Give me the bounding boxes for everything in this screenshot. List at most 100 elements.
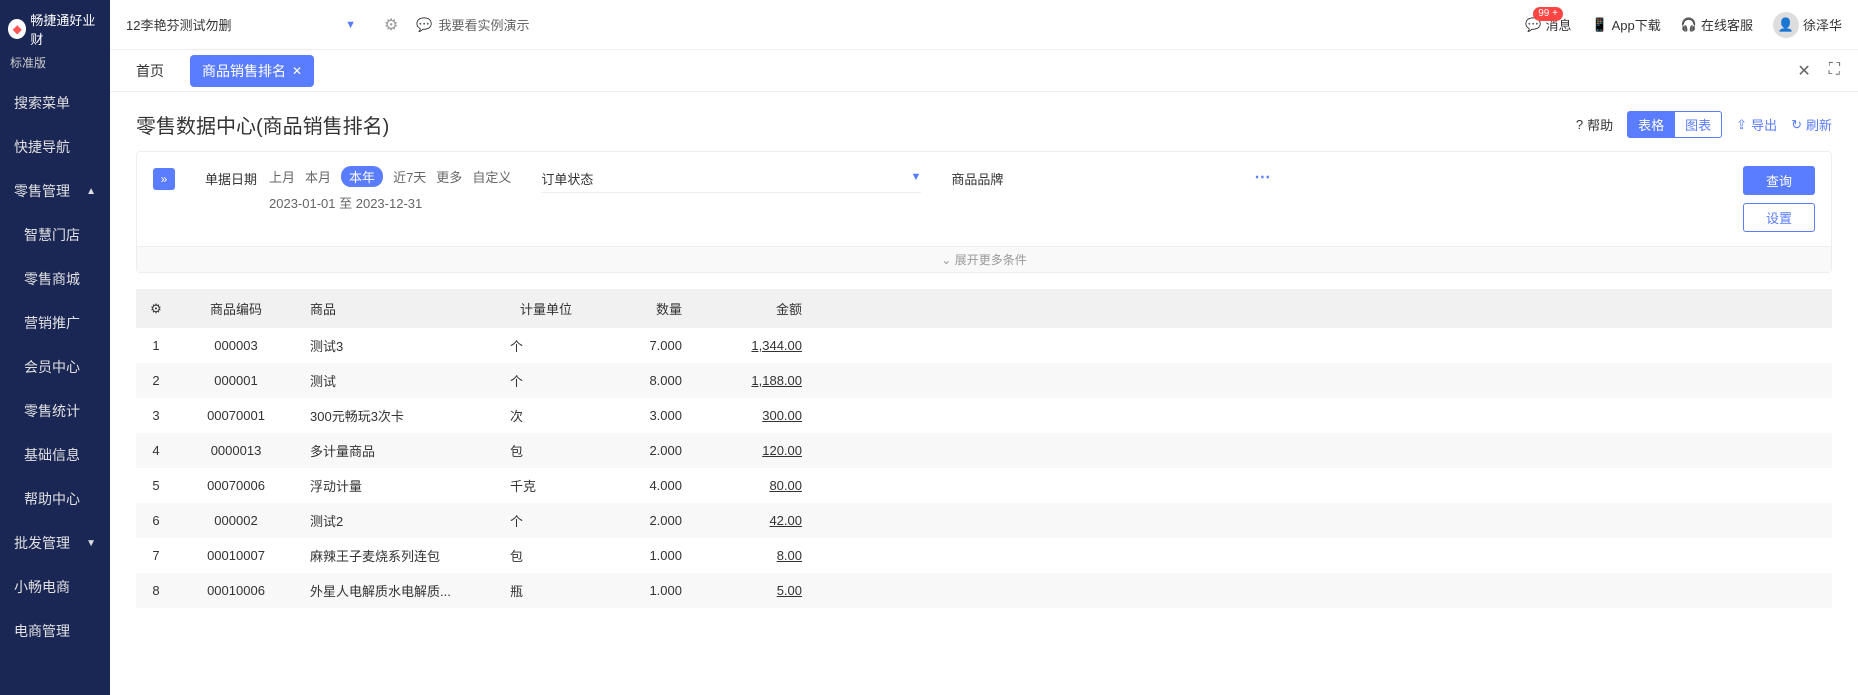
chevron-down-icon: ⌄ — [941, 253, 954, 267]
date-label: 单据日期 — [205, 169, 257, 188]
query-button[interactable]: 查询 — [1743, 166, 1815, 195]
cell-amount[interactable]: 42.00 — [696, 503, 816, 538]
export-button[interactable]: ⇪ 导出 — [1736, 115, 1777, 134]
cell-unit: 次 — [496, 398, 596, 433]
export-label: 导出 — [1751, 115, 1777, 134]
close-all-icon[interactable]: ✕ — [1793, 57, 1814, 85]
sidebar-search[interactable]: 搜索菜单 — [0, 81, 110, 125]
table-row[interactable]: 1000003测试3个7.0001,344.00 — [136, 328, 1832, 363]
cell-idx: 4 — [136, 433, 176, 468]
cell-code: 00070006 — [176, 468, 296, 503]
table-row[interactable]: 300070001300元畅玩3次卡次3.000300.00 — [136, 398, 1832, 433]
help-button[interactable]: ? 帮助 — [1576, 115, 1613, 134]
cell-unit: 包 — [496, 433, 596, 468]
sidebar-retail-item-1[interactable]: 零售商城 — [0, 257, 110, 301]
sidebar-xiaochang[interactable]: 小畅电商 — [0, 565, 110, 609]
cell-qty: 8.000 — [596, 363, 696, 398]
cell-amount[interactable]: 1,188.00 — [696, 363, 816, 398]
sidebar-quicknav[interactable]: 快捷导航 — [0, 125, 110, 169]
view-table-button[interactable]: 表格 — [1627, 111, 1675, 138]
sidebar-ecommerce[interactable]: 电商管理 — [0, 609, 110, 653]
help-label: 帮助 — [1587, 115, 1613, 134]
cell-amount[interactable]: 80.00 — [696, 468, 816, 503]
sidebar-retail-item-4[interactable]: 零售统计 — [0, 389, 110, 433]
topbar: 12李艳芬测试勿删 ▼ ⚙ 💬 我要看实例演示 💬 99 + 消息 📱 App下… — [110, 0, 1858, 50]
filter-brand[interactable]: 商品品牌 ⋯ — [951, 166, 1271, 192]
tab-home[interactable]: 首页 — [124, 55, 176, 87]
cell-rest — [816, 363, 1832, 398]
cell-amount[interactable]: 1,344.00 — [696, 328, 816, 363]
col-name[interactable]: 商品 — [296, 289, 496, 328]
cell-idx: 6 — [136, 503, 176, 538]
sidebar-retail-item-6[interactable]: 帮助中心 — [0, 477, 110, 521]
cell-idx: 3 — [136, 398, 176, 433]
user-menu[interactable]: 👤 徐泽华 — [1773, 12, 1842, 38]
col-settings[interactable]: ⚙ — [136, 289, 176, 328]
tab-ranking[interactable]: 商品销售排名 ✕ — [190, 55, 314, 87]
fullscreen-icon[interactable]: ⛶ — [1825, 57, 1844, 85]
cell-code: 0000013 — [176, 433, 296, 468]
table-row[interactable]: 700010007麻辣王子麦烧系列连包包1.0008.00 — [136, 538, 1832, 573]
date-this-year[interactable]: 本年 — [341, 166, 383, 187]
cell-idx: 2 — [136, 363, 176, 398]
table-row[interactable]: 6000002测试2个2.00042.00 — [136, 503, 1832, 538]
settings-button[interactable]: 设置 — [1743, 203, 1815, 232]
cell-amount[interactable]: 8.00 — [696, 538, 816, 573]
col-rest — [816, 289, 1832, 328]
cell-unit: 包 — [496, 538, 596, 573]
sidebar-retail[interactable]: 零售管理 ▲ — [0, 169, 110, 213]
message-badge: 99 + — [1533, 7, 1563, 21]
logo-icon: ◆ — [8, 19, 26, 39]
cell-name: 浮动计量 — [296, 468, 496, 503]
refresh-button[interactable]: ↻ 刷新 — [1791, 115, 1832, 134]
expand-more-button[interactable]: ⌄ 展开更多条件 — [137, 246, 1831, 272]
table-row[interactable]: 2000001测试个8.0001,188.00 — [136, 363, 1832, 398]
account-select[interactable]: 12李艳芬测试勿删 ▼ — [126, 15, 366, 34]
date-last-month[interactable]: 上月 — [269, 167, 295, 186]
headset-icon: 🎧 — [1681, 17, 1697, 33]
data-table: ⚙ 商品编码 商品 计量单位 数量 金额 1000003测试3个7.0001,3… — [136, 289, 1832, 608]
collapse-toggle[interactable]: » — [153, 168, 175, 190]
table-row[interactable]: 40000013多计量商品包2.000120.00 — [136, 433, 1832, 468]
sidebar-retail-item-0[interactable]: 智慧门店 — [0, 213, 110, 257]
sidebar: ◆ 畅捷通好业财 标准版 搜索菜单 快捷导航 零售管理 ▲ 智慧门店零售商城营销… — [0, 0, 110, 695]
table-row[interactable]: 800010006外星人电解质水电解质...瓶1.0005.00 — [136, 573, 1832, 608]
filter-panel: » 单据日期 上月 本月 本年 近7天 更多 自定义 2023-01-01 至 … — [136, 151, 1832, 273]
col-unit[interactable]: 计量单位 — [496, 289, 596, 328]
cell-name: 测试 — [296, 363, 496, 398]
sidebar-wholesale[interactable]: 批发管理 ▼ — [0, 521, 110, 565]
filter-order-status[interactable]: 订单状态 ▼ — [541, 166, 921, 193]
cell-amount[interactable]: 120.00 — [696, 433, 816, 468]
more-icon[interactable]: ⋯ — [1254, 167, 1271, 187]
date-custom[interactable]: 自定义 — [472, 167, 511, 186]
date-last7[interactable]: 近7天 — [393, 167, 426, 186]
date-more[interactable]: 更多 — [436, 167, 462, 186]
cell-name: 测试2 — [296, 503, 496, 538]
gear-icon[interactable]: ⚙ — [384, 15, 398, 35]
date-this-month[interactable]: 本月 — [305, 167, 331, 186]
cell-qty: 1.000 — [596, 573, 696, 608]
brand-logo: ◆ 畅捷通好业财 — [0, 0, 110, 54]
close-icon[interactable]: ✕ — [292, 64, 302, 78]
cell-amount[interactable]: 5.00 — [696, 573, 816, 608]
tabbar: 首页 商品销售排名 ✕ ✕ ⛶ — [110, 50, 1858, 92]
cell-amount[interactable]: 300.00 — [696, 398, 816, 433]
sidebar-retail-item-3[interactable]: 会员中心 — [0, 345, 110, 389]
demo-link[interactable]: 💬 我要看实例演示 — [416, 15, 529, 34]
view-chart-button[interactable]: 图表 — [1675, 111, 1722, 138]
sidebar-retail-item-2[interactable]: 营销推广 — [0, 301, 110, 345]
col-qty[interactable]: 数量 — [596, 289, 696, 328]
table-row[interactable]: 500070006浮动计量千克4.00080.00 — [136, 468, 1832, 503]
support-button[interactable]: 🎧 在线客服 — [1681, 15, 1753, 34]
app-download-button[interactable]: 📱 App下载 — [1591, 15, 1660, 34]
cell-rest — [816, 328, 1832, 363]
col-code[interactable]: 商品编码 — [176, 289, 296, 328]
messages-button[interactable]: 💬 99 + 消息 — [1525, 15, 1571, 34]
col-amount[interactable]: 金额 — [696, 289, 816, 328]
cell-qty: 3.000 — [596, 398, 696, 433]
sidebar-retail-item-5[interactable]: 基础信息 — [0, 433, 110, 477]
account-name: 12李艳芬测试勿删 — [126, 15, 231, 34]
cell-rest — [816, 433, 1832, 468]
cell-rest — [816, 503, 1832, 538]
export-icon: ⇪ — [1736, 117, 1747, 133]
